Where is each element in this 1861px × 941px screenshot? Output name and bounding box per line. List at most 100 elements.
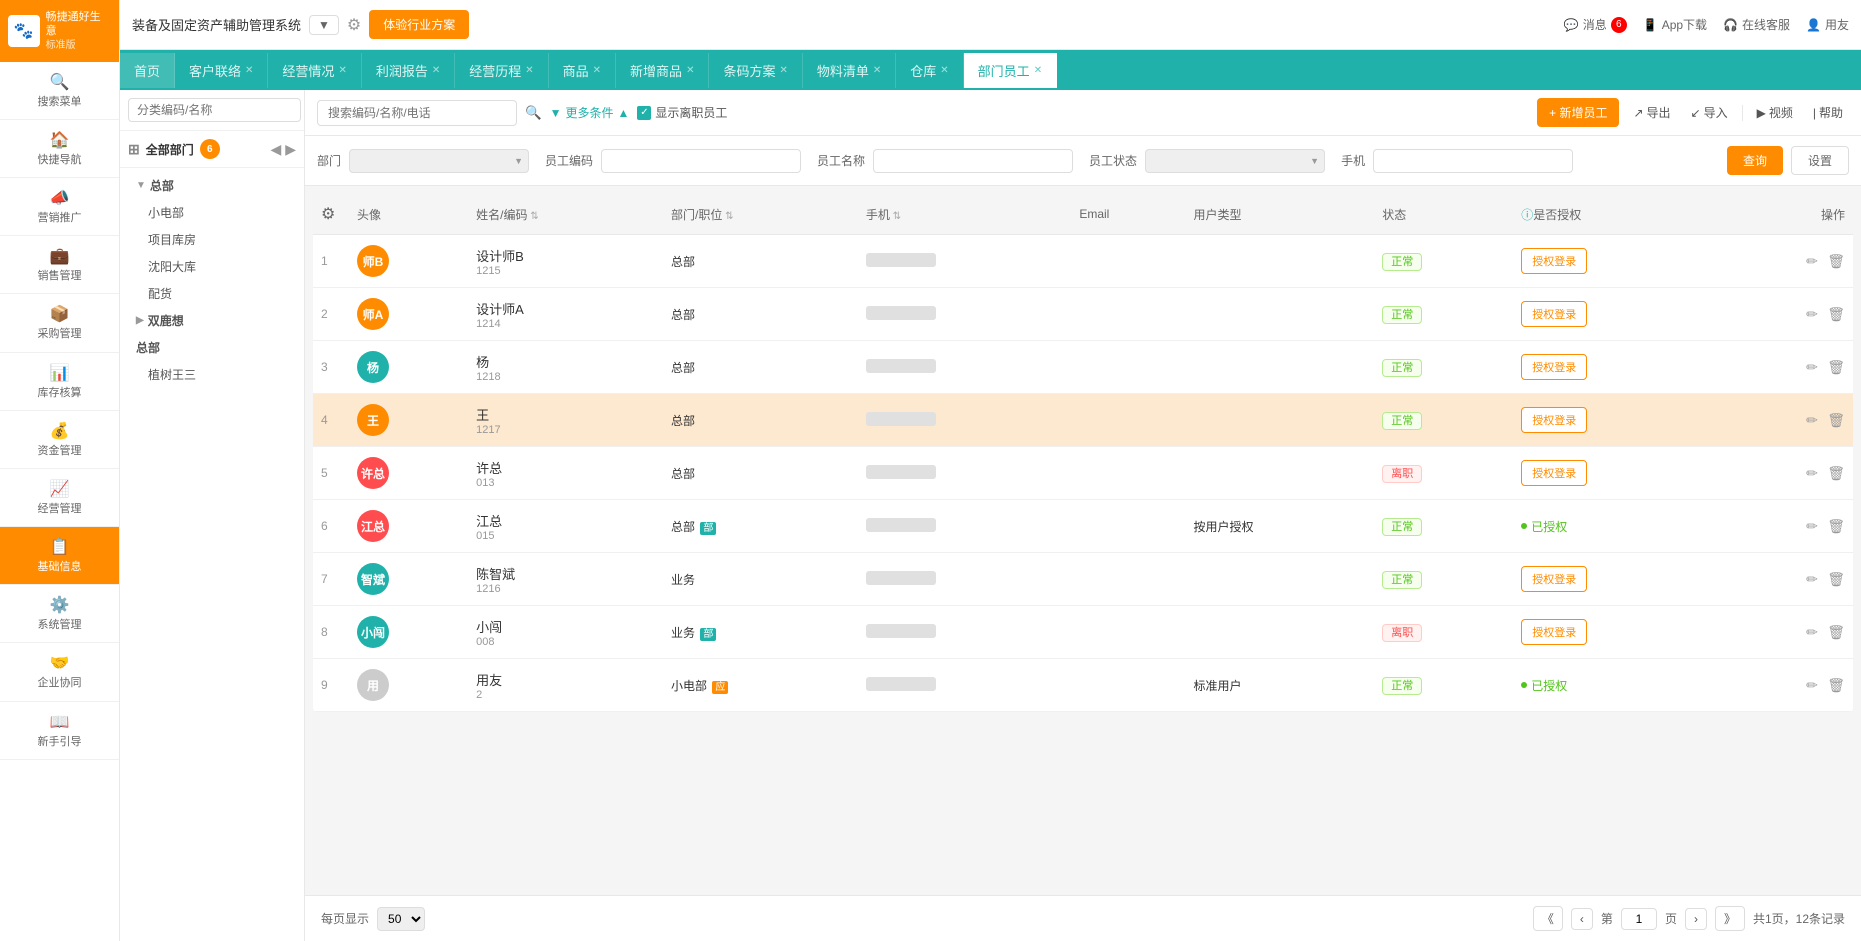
edit-icon[interactable]: ✏ bbox=[1806, 571, 1818, 587]
page-size-select[interactable]: 50 bbox=[377, 907, 425, 931]
tab-customer[interactable]: 客户联络 ✕ bbox=[175, 53, 268, 88]
tab-close-icon[interactable]: ✕ bbox=[338, 65, 346, 76]
emp-code-input[interactable] bbox=[601, 149, 801, 173]
dept-node-peihuo[interactable]: 配货 bbox=[120, 280, 304, 307]
auth-login-button[interactable]: 授权登录 bbox=[1521, 460, 1587, 486]
tab-close-icon[interactable]: ✕ bbox=[940, 65, 948, 76]
tab-profit[interactable]: 利润报告 ✕ bbox=[362, 53, 455, 88]
tab-history[interactable]: 经营历程 ✕ bbox=[455, 53, 548, 88]
next-page-button[interactable]: › bbox=[1685, 908, 1707, 930]
edit-icon[interactable]: ✏ bbox=[1806, 359, 1818, 375]
view-button[interactable]: ▶ 视频 bbox=[1751, 100, 1799, 125]
sidebar-item-guide[interactable]: 📖 新手引导 bbox=[0, 702, 119, 760]
emp-name-input[interactable] bbox=[873, 149, 1073, 173]
tab-close-icon[interactable]: ✕ bbox=[593, 65, 601, 76]
col-dept-position[interactable]: 部门/职位 bbox=[663, 194, 858, 235]
sidebar-item-sales[interactable]: 💼 销售管理 bbox=[0, 236, 119, 294]
sidebar-item-search-menu[interactable]: 🔍 搜索菜单 bbox=[0, 62, 119, 120]
dept-node-shuanglu[interactable]: ▶ 双鹿想 bbox=[120, 307, 304, 334]
tab-close-icon[interactable]: ✕ bbox=[873, 65, 881, 76]
user-avatar[interactable]: 👤 用友 bbox=[1806, 16, 1849, 33]
edit-icon[interactable]: ✏ bbox=[1806, 518, 1818, 534]
delete-icon[interactable]: 🗑 bbox=[1827, 677, 1845, 693]
dept-filter-select[interactable] bbox=[349, 149, 529, 173]
delete-icon[interactable]: 🗑 bbox=[1827, 518, 1845, 534]
help-button[interactable]: | 帮助 bbox=[1807, 100, 1849, 125]
auth-login-button[interactable]: 授权登录 bbox=[1521, 619, 1587, 645]
tab-barcode[interactable]: 条码方案 ✕ bbox=[709, 53, 802, 88]
edit-icon[interactable]: ✏ bbox=[1806, 677, 1818, 693]
auth-login-button[interactable]: 授权登录 bbox=[1521, 354, 1587, 380]
tab-warehouse[interactable]: 仓库 ✕ bbox=[896, 53, 963, 88]
reset-button[interactable]: 设置 bbox=[1791, 146, 1849, 175]
dept-node-project[interactable]: 项目库房 bbox=[120, 226, 304, 253]
sidebar-item-operations[interactable]: 📈 经营管理 bbox=[0, 469, 119, 527]
delete-icon[interactable]: 🗑 bbox=[1827, 359, 1845, 375]
tab-goods[interactable]: 商品 ✕ bbox=[549, 53, 616, 88]
query-button[interactable]: 查询 bbox=[1727, 146, 1783, 175]
sidebar-item-purchase[interactable]: 📦 采购管理 bbox=[0, 294, 119, 352]
sidebar-item-enterprise[interactable]: 🤝 企业协同 bbox=[0, 643, 119, 701]
tab-close-icon[interactable]: ✕ bbox=[1034, 65, 1042, 76]
tab-close-icon[interactable]: ✕ bbox=[432, 65, 440, 76]
page-number-input[interactable] bbox=[1621, 908, 1657, 930]
import-button[interactable]: ↙ 导入 bbox=[1685, 100, 1734, 125]
dept-node-zb2[interactable]: 总部 bbox=[120, 334, 304, 361]
tab-new-goods[interactable]: 新增商品 ✕ bbox=[616, 53, 709, 88]
auth-login-button[interactable]: 授权登录 bbox=[1521, 407, 1587, 433]
dept-node-shenyang[interactable]: 沈阳大库 bbox=[120, 253, 304, 280]
sidebar-item-marketing[interactable]: 📣 营销推广 bbox=[0, 178, 119, 236]
settings-icon[interactable]: ⚙ bbox=[321, 206, 335, 223]
sidebar-item-finance[interactable]: 💰 资金管理 bbox=[0, 411, 119, 469]
prev-page-button[interactable]: ‹ bbox=[1571, 908, 1593, 930]
sidebar-item-system[interactable]: ⚙️ 系统管理 bbox=[0, 585, 119, 643]
tab-close-icon[interactable]: ✕ bbox=[686, 65, 694, 76]
sidebar-item-basic-info[interactable]: 📋 基础信息 bbox=[0, 527, 119, 585]
auth-login-button[interactable]: 授权登录 bbox=[1521, 248, 1587, 274]
sidebar-item-quick-nav[interactable]: 🏠 快捷导航 bbox=[0, 120, 119, 178]
tab-employees[interactable]: 部门员工 ✕ bbox=[964, 53, 1057, 88]
tab-bom[interactable]: 物料清单 ✕ bbox=[803, 53, 896, 88]
delete-icon[interactable]: 🗑 bbox=[1827, 412, 1845, 428]
tab-home[interactable]: 首页 bbox=[120, 53, 175, 88]
edit-icon[interactable]: ✏ bbox=[1806, 412, 1818, 428]
last-page-button[interactable]: 》 bbox=[1715, 906, 1745, 931]
col-name-code[interactable]: 姓名/编码 bbox=[468, 194, 663, 235]
edit-icon[interactable]: ✏ bbox=[1806, 624, 1818, 640]
delete-icon[interactable]: 🗑 bbox=[1827, 465, 1845, 481]
show-resigned-checkbox[interactable]: ✓ 显示离职员工 bbox=[637, 104, 727, 121]
expand-btn[interactable]: ▶ bbox=[285, 141, 296, 158]
collapse-btn[interactable]: ◀ bbox=[270, 141, 281, 158]
online-service-btn[interactable]: 🎧 在线客服 bbox=[1723, 16, 1790, 33]
auth-login-button[interactable]: 授权登录 bbox=[1521, 566, 1587, 592]
add-employee-button[interactable]: + 新增员工 bbox=[1537, 98, 1619, 127]
sidebar-item-inventory[interactable]: 📊 库存核算 bbox=[0, 353, 119, 411]
col-phone[interactable]: 手机 bbox=[858, 194, 1071, 235]
dept-node-zhishu[interactable]: 植树王三 bbox=[120, 361, 304, 388]
employee-search-input[interactable] bbox=[317, 100, 517, 126]
tab-close-icon[interactable]: ✕ bbox=[245, 65, 253, 76]
dept-node-xiaodian[interactable]: 小电部 bbox=[120, 199, 304, 226]
dept-search-input[interactable] bbox=[128, 98, 301, 122]
delete-icon[interactable]: 🗑 bbox=[1827, 253, 1845, 269]
dept-node-zongbu[interactable]: ▼ 总部 bbox=[120, 172, 304, 199]
delete-icon[interactable]: 🗑 bbox=[1827, 571, 1845, 587]
trial-button[interactable]: 体验行业方案 bbox=[369, 10, 469, 39]
settings-icon[interactable]: ⚙ bbox=[347, 15, 361, 35]
system-dropdown[interactable]: ▼ bbox=[309, 15, 339, 35]
emp-status-select[interactable] bbox=[1145, 149, 1325, 173]
tab-close-icon[interactable]: ✕ bbox=[525, 65, 533, 76]
app-download-btn[interactable]: 📱 App下载 bbox=[1643, 16, 1707, 33]
edit-icon[interactable]: ✏ bbox=[1806, 306, 1818, 322]
delete-icon[interactable]: 🗑 bbox=[1827, 624, 1845, 640]
tab-operations[interactable]: 经营情况 ✕ bbox=[268, 53, 361, 88]
phone-input[interactable] bbox=[1373, 149, 1573, 173]
delete-icon[interactable]: 🗑 bbox=[1827, 306, 1845, 322]
more-filters-button[interactable]: ▼ 更多条件 ▲ bbox=[550, 104, 630, 121]
auth-login-button[interactable]: 授权登录 bbox=[1521, 301, 1587, 327]
edit-icon[interactable]: ✏ bbox=[1806, 253, 1818, 269]
message-btn[interactable]: 💬 消息 6 bbox=[1564, 16, 1627, 33]
employee-search-button[interactable]: 🔍 bbox=[525, 105, 542, 121]
export-button[interactable]: ↗ 导出 bbox=[1627, 100, 1676, 125]
tab-close-icon[interactable]: ✕ bbox=[779, 65, 787, 76]
